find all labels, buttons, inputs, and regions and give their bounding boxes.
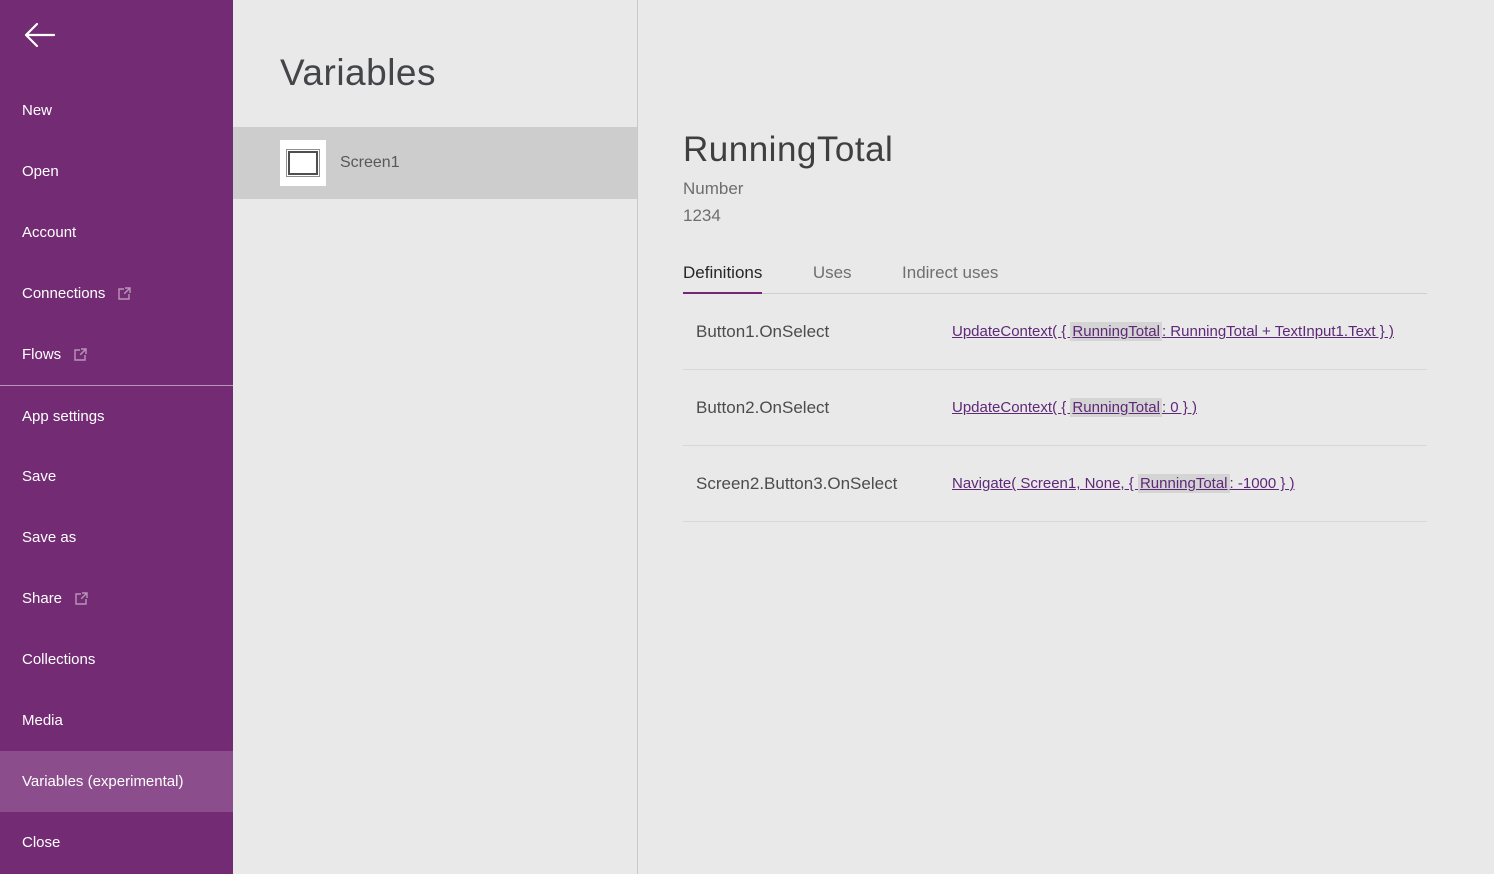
definition-formula-link[interactable]: Navigate( Screen1, None, { RunningTotal:… [952, 475, 1295, 492]
sidebar-item-label: Connections [22, 285, 105, 302]
powerapps-studio-window: New Open Account Connections Flows [0, 0, 1494, 874]
sidebar-item-close[interactable]: Close [0, 812, 233, 873]
definition-row: Screen2.Button3.OnSelect Navigate( Scree… [683, 446, 1427, 522]
definition-source-label: Button2.OnSelect [683, 398, 952, 418]
sidebar-item-label: Share [22, 590, 62, 607]
sidebar-item-label: App settings [22, 408, 105, 425]
sidebar-item-label: Variables (experimental) [22, 773, 183, 790]
highlighted-variable: RunningTotal [1070, 322, 1162, 341]
variables-list-item-screen1[interactable]: Screen1 [233, 127, 637, 199]
screen-item-label: Screen1 [340, 154, 400, 172]
back-button[interactable] [20, 20, 58, 54]
sidebar-item-label: Flows [22, 346, 61, 363]
definition-row: Button1.OnSelect UpdateContext( { Runnin… [683, 294, 1427, 370]
tab-indirect-uses[interactable]: Indirect uses [902, 263, 998, 292]
definition-formula-link[interactable]: UpdateContext( { RunningTotal: 0 } ) [952, 399, 1197, 416]
highlighted-variable: RunningTotal [1138, 474, 1230, 493]
definition-formula-link[interactable]: UpdateContext( { RunningTotal: RunningTo… [952, 323, 1394, 340]
back-arrow-icon [22, 20, 56, 55]
variable-detail-panel: RunningTotal Number 1234 Definitions Use… [638, 0, 1494, 874]
sidebar-item-save[interactable]: Save [0, 446, 233, 507]
sidebar-item-account[interactable]: Account [0, 202, 233, 263]
app-menu-sidebar: New Open Account Connections Flows [0, 0, 233, 874]
external-link-icon [74, 592, 88, 606]
sidebar-item-new[interactable]: New [0, 80, 233, 141]
sidebar-item-collections[interactable]: Collections [0, 629, 233, 690]
sidebar-item-label: Save as [22, 529, 76, 546]
external-link-icon [73, 348, 87, 362]
variables-list-panel: Variables Screen1 [233, 0, 638, 874]
highlighted-variable: RunningTotal [1070, 398, 1162, 417]
sidebar-item-label: Close [22, 834, 60, 851]
variable-type-label: Number [683, 179, 1427, 199]
definition-source-label: Button1.OnSelect [683, 322, 952, 342]
sidebar-menu: New Open Account Connections Flows [0, 80, 233, 873]
sidebar-item-label: New [22, 102, 52, 119]
tab-uses[interactable]: Uses [813, 263, 852, 292]
sidebar-item-share[interactable]: Share [0, 568, 233, 629]
tab-definitions[interactable]: Definitions [683, 263, 762, 294]
sidebar-item-label: Media [22, 712, 63, 729]
variable-name-title: RunningTotal [683, 130, 1427, 170]
definition-source-label: Screen2.Button3.OnSelect [683, 474, 952, 494]
sidebar-item-label: Collections [22, 651, 95, 668]
sidebar-item-label: Account [22, 224, 76, 241]
sidebar-item-label: Open [22, 163, 59, 180]
sidebar-item-open[interactable]: Open [0, 141, 233, 202]
sidebar-item-media[interactable]: Media [0, 690, 233, 751]
variables-panel-title: Variables [233, 0, 637, 94]
sidebar-item-connections[interactable]: Connections [0, 263, 233, 324]
screen-icon [280, 140, 326, 186]
variable-value-label: 1234 [683, 206, 1427, 226]
sidebar-item-label: Save [22, 468, 56, 485]
sidebar-item-app-settings[interactable]: App settings [0, 385, 233, 446]
sidebar-item-save-as[interactable]: Save as [0, 507, 233, 568]
sidebar-item-variables-experimental[interactable]: Variables (experimental) [0, 751, 233, 812]
definition-row: Button2.OnSelect UpdateContext( { Runnin… [683, 370, 1427, 446]
detail-tabs: Definitions Uses Indirect uses [683, 263, 1427, 294]
sidebar-item-flows[interactable]: Flows [0, 324, 233, 385]
external-link-icon [117, 287, 131, 301]
